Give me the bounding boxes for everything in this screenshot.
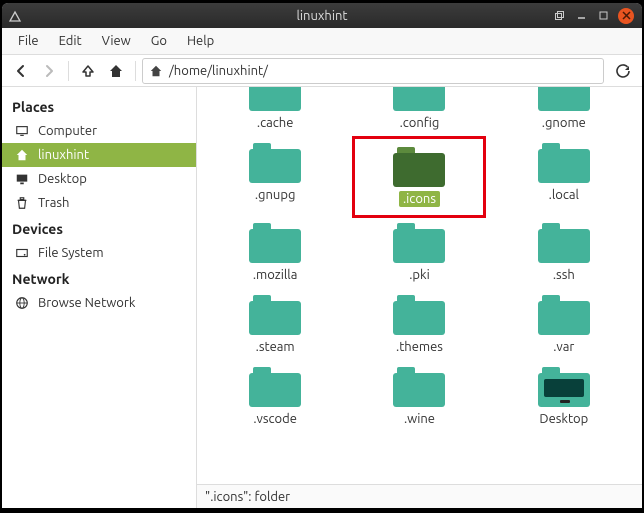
sidebar-header-places: Places bbox=[2, 93, 196, 119]
folder-label: .steam bbox=[252, 339, 299, 355]
folder-icon bbox=[393, 87, 445, 111]
sidebar-header-network: Network bbox=[2, 265, 196, 291]
sidebar-item-label: linuxhint bbox=[38, 148, 89, 162]
folder-label: .wine bbox=[400, 411, 439, 427]
globe-icon bbox=[14, 295, 30, 311]
toolbar-separator bbox=[68, 61, 69, 81]
folder-item[interactable]: .themes bbox=[359, 295, 479, 355]
folder-icon bbox=[393, 223, 445, 263]
folder-label: Desktop bbox=[535, 411, 592, 427]
folder-label: .var bbox=[549, 339, 578, 355]
folder-item[interactable]: .icons bbox=[359, 143, 479, 211]
folder-label: .ssh bbox=[549, 267, 579, 283]
up-button[interactable] bbox=[75, 58, 101, 84]
folder-item[interactable]: .pki bbox=[359, 223, 479, 283]
folder-icon bbox=[538, 87, 590, 111]
menu-file[interactable]: File bbox=[8, 30, 49, 52]
folder-item[interactable]: .mozilla bbox=[215, 223, 335, 283]
folder-icon bbox=[249, 367, 301, 407]
folder-icon bbox=[393, 295, 445, 335]
folder-icon bbox=[249, 223, 301, 263]
folder-icon bbox=[538, 223, 590, 263]
folder-label: .config bbox=[396, 115, 444, 131]
statusbar: ".icons": folder bbox=[197, 484, 642, 508]
location-bar[interactable]: /home/linuxhint/ bbox=[142, 58, 604, 84]
window-controls bbox=[552, 8, 634, 24]
sidebar-item-label: Trash bbox=[38, 196, 69, 210]
folder-label: .themes bbox=[392, 339, 447, 355]
sidebar-item-trash[interactable]: Trash bbox=[2, 191, 196, 215]
home-icon bbox=[149, 64, 163, 78]
folder-label: .gnupg bbox=[251, 187, 300, 203]
folder-label: .icons bbox=[399, 191, 440, 207]
menu-help[interactable]: Help bbox=[177, 30, 224, 52]
folder-icon bbox=[393, 147, 445, 187]
monitor-icon bbox=[14, 123, 30, 139]
folder-item[interactable]: .ssh bbox=[504, 223, 624, 283]
disk-icon bbox=[14, 245, 30, 261]
content: .cache .config .gnome .gnupg .icons .local .mo… bbox=[197, 87, 642, 508]
location-path: /home/linuxhint/ bbox=[169, 64, 268, 78]
sidebar-item-desktop[interactable]: Desktop bbox=[2, 167, 196, 191]
folder-label: .cache bbox=[253, 115, 298, 131]
folder-item[interactable]: .var bbox=[504, 295, 624, 355]
folder-icon bbox=[249, 295, 301, 335]
folder-label: .pki bbox=[405, 267, 434, 283]
sidebar: Places Computer linuxhint Desktop Trash Dev… bbox=[2, 87, 197, 508]
folder-item[interactable]: .gnupg bbox=[215, 143, 335, 211]
folder-icon bbox=[538, 295, 590, 335]
sidebar-item-linuxhint[interactable]: linuxhint bbox=[2, 143, 196, 167]
back-button[interactable] bbox=[8, 58, 34, 84]
restore-button[interactable] bbox=[552, 9, 566, 23]
desktop-icon bbox=[14, 171, 30, 187]
folder-icon bbox=[249, 87, 301, 111]
home-icon bbox=[14, 147, 30, 163]
home-button[interactable] bbox=[103, 58, 129, 84]
menu-go[interactable]: Go bbox=[141, 30, 177, 52]
folder-item[interactable]: .gnome bbox=[504, 87, 624, 131]
sidebar-item-label: Computer bbox=[38, 124, 97, 138]
menu-view[interactable]: View bbox=[92, 30, 141, 52]
folder-icon bbox=[393, 367, 445, 407]
sidebar-item-label: Desktop bbox=[38, 172, 87, 186]
window-title: linuxhint bbox=[2, 9, 642, 23]
titlebar[interactable]: linuxhint bbox=[2, 3, 642, 28]
menu-edit[interactable]: Edit bbox=[49, 30, 92, 52]
sidebar-item-label: File System bbox=[38, 246, 104, 260]
sidebar-item-computer[interactable]: Computer bbox=[2, 119, 196, 143]
refresh-button[interactable] bbox=[610, 58, 636, 84]
trash-icon bbox=[14, 195, 30, 211]
menubar: File Edit View Go Help bbox=[2, 28, 642, 55]
icon-view[interactable]: .cache .config .gnome .gnupg .icons .local .mo… bbox=[197, 87, 642, 484]
folder-label: .gnome bbox=[538, 115, 590, 131]
folder-item[interactable]: .cache bbox=[215, 87, 335, 131]
folder-icon bbox=[249, 143, 301, 183]
close-button[interactable] bbox=[618, 8, 634, 24]
body: Places Computer linuxhint Desktop Trash Dev… bbox=[2, 87, 642, 508]
file-manager-window: linuxhint File Edit View Go Help bbox=[2, 3, 642, 508]
toolbar: /home/linuxhint/ bbox=[2, 55, 642, 87]
forward-button[interactable] bbox=[36, 58, 62, 84]
minimize-button[interactable] bbox=[574, 9, 588, 23]
toolbar-separator bbox=[135, 61, 136, 81]
folder-item[interactable]: Desktop bbox=[504, 367, 624, 427]
sidebar-item-browse-network[interactable]: Browse Network bbox=[2, 291, 196, 315]
folder-icon bbox=[538, 367, 590, 407]
sidebar-item-label: Browse Network bbox=[38, 296, 135, 310]
sidebar-header-devices: Devices bbox=[2, 215, 196, 241]
app-icon bbox=[8, 9, 22, 23]
folder-item[interactable]: .config bbox=[359, 87, 479, 131]
folder-item[interactable]: .local bbox=[504, 143, 624, 211]
folder-icon bbox=[538, 143, 590, 183]
folder-label: .vscode bbox=[249, 411, 301, 427]
maximize-button[interactable] bbox=[596, 9, 610, 23]
folder-item[interactable]: .vscode bbox=[215, 367, 335, 427]
folder-label: .mozilla bbox=[249, 267, 302, 283]
folder-label: .local bbox=[545, 187, 583, 203]
status-text: ".icons": folder bbox=[205, 490, 290, 504]
folder-item[interactable]: .wine bbox=[359, 367, 479, 427]
sidebar-item-file-system[interactable]: File System bbox=[2, 241, 196, 265]
folder-item[interactable]: .steam bbox=[215, 295, 335, 355]
